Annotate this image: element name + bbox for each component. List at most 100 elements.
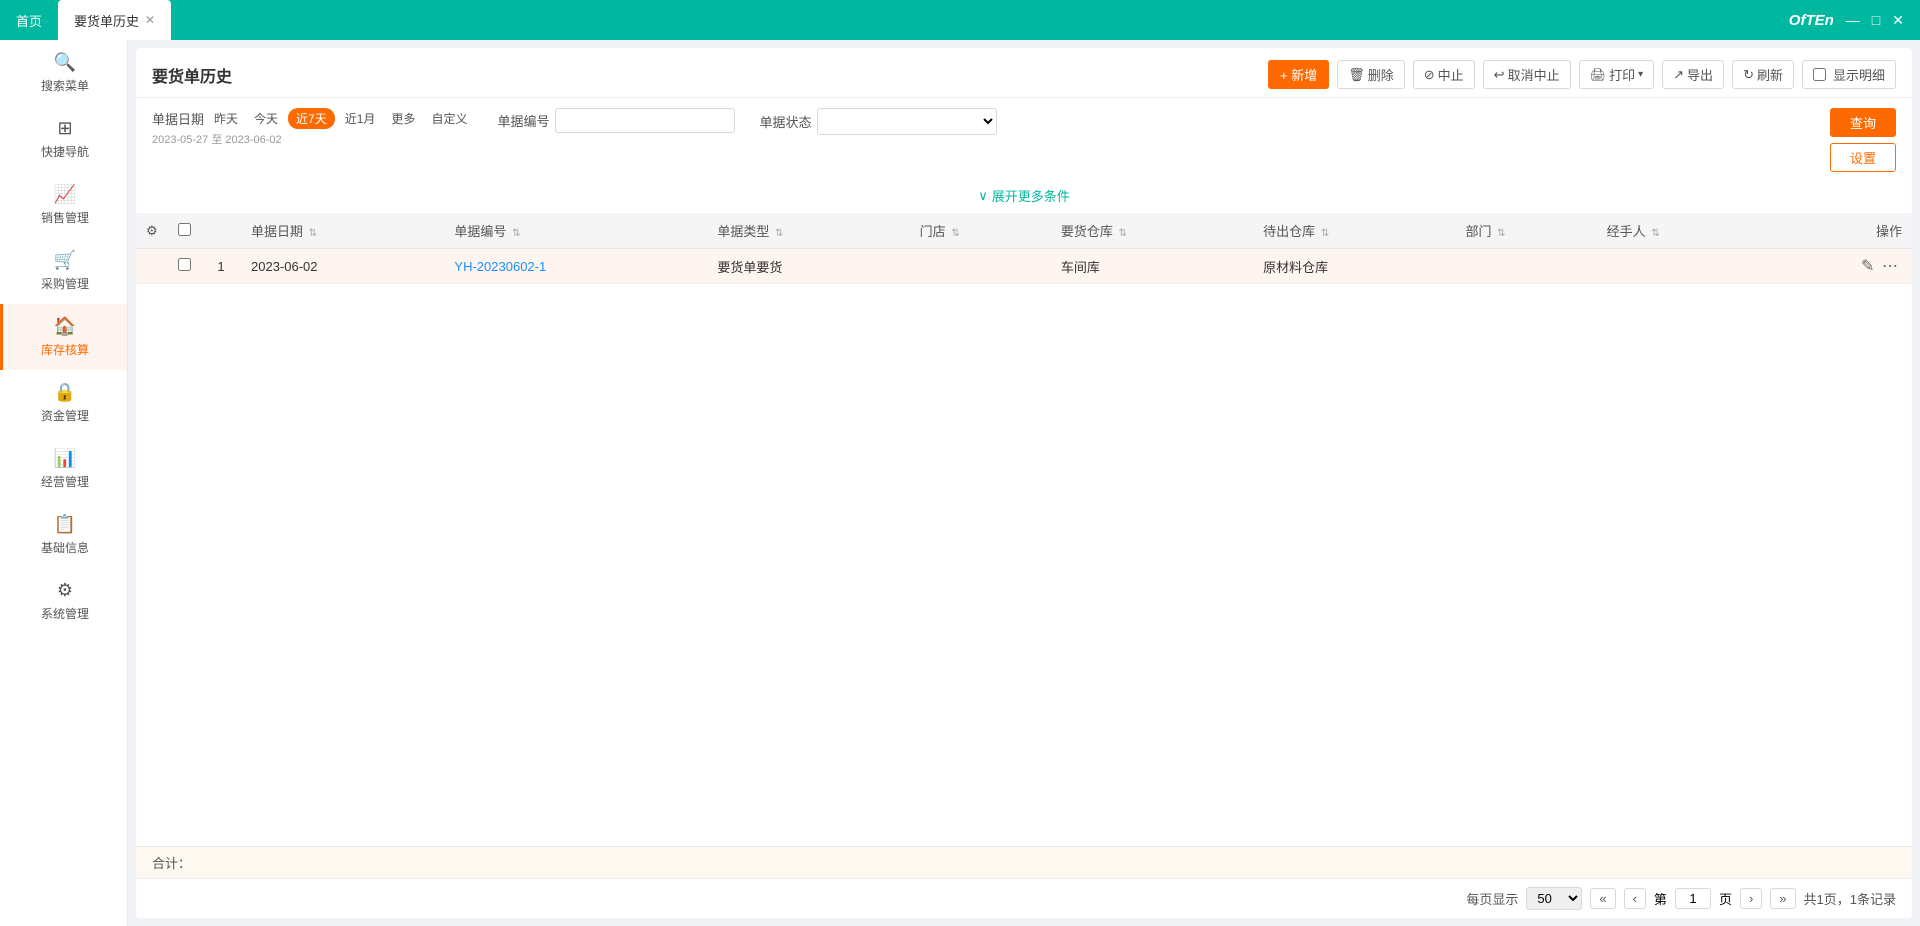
th-department[interactable]: 部门 ⇅ [1456, 213, 1597, 249]
sidebar-item-finance[interactable]: 🔒 资金管理 [0, 370, 127, 436]
th-num [201, 213, 241, 249]
content-area: 要货单历史 + 新增 🗑 删除 ⊘ 中止 ↩ 取消中止 [128, 40, 1920, 926]
sort-doc-date-icon: ⇅ [309, 228, 317, 239]
tab-close-icon[interactable]: ✕ [145, 13, 155, 27]
settings-button[interactable]: 设置 [1830, 143, 1896, 172]
minimize-icon[interactable]: — [1846, 12, 1860, 28]
export-icon: ↗ [1673, 67, 1684, 83]
cancel-stop-button[interactable]: ↩ 取消中止 [1483, 60, 1571, 89]
date-filter-group: 单据日期 昨天 今天 近7天 近1月 更多 自定义 2023-05-27 至 2… [152, 108, 473, 147]
prev-page-button[interactable]: ‹ [1624, 888, 1646, 909]
page-number-input[interactable] [1675, 888, 1711, 909]
sidebar-item-inventory[interactable]: 🏠 库存核算 [0, 304, 127, 370]
sidebar-item-system[interactable]: ⚙ 系统管理 [0, 568, 127, 634]
more-op-icon[interactable]: ⋯ [1882, 258, 1898, 275]
select-all-checkbox[interactable] [178, 223, 191, 236]
document-no-group: 单据编号 [497, 108, 735, 133]
expand-more-btn[interactable]: ∨ 展开更多条件 [978, 186, 1070, 205]
sales-icon: 📈 [54, 184, 76, 205]
search-menu-icon [54, 52, 76, 73]
next-page-button[interactable]: › [1740, 888, 1762, 909]
tab-home[interactable]: 首页 [0, 0, 58, 40]
page-size-select[interactable]: 50 10 20 100 [1526, 887, 1582, 910]
sidebar-item-basic[interactable]: 📋 基础信息 [0, 502, 127, 568]
sort-doc-no-icon: ⇅ [512, 228, 520, 239]
th-req-warehouse[interactable]: 要货仓库 ⇅ [1051, 213, 1253, 249]
sort-handler-icon: ⇅ [1651, 228, 1659, 239]
th-doc-date[interactable]: 单据日期 ⇅ [241, 213, 444, 249]
filter-expand-row: ∨ 展开更多条件 [136, 176, 1912, 213]
sidebar-label-system: 系统管理 [41, 605, 89, 622]
export-button[interactable]: ↗ 导出 [1662, 60, 1724, 89]
row-checkbox[interactable] [178, 258, 191, 271]
brand-label: OfTEn [1789, 12, 1834, 29]
th-pending-warehouse[interactable]: 待出仓库 ⇅ [1253, 213, 1455, 249]
display-detail-button[interactable]: 显示明细 [1802, 60, 1896, 89]
status-group: 单据状态 [759, 108, 997, 135]
print-icon: 🖨 [1590, 67, 1607, 83]
refresh-button[interactable]: ↻ 刷新 [1732, 60, 1794, 89]
date-btn-custom[interactable]: 自定义 [425, 108, 473, 129]
sidebar-item-operation[interactable]: 📊 经营管理 [0, 436, 127, 502]
expand-down-icon: ∨ [978, 188, 988, 204]
td-checkbox [168, 249, 201, 284]
td-handler [1597, 249, 1769, 284]
display-detail-checkbox[interactable] [1813, 68, 1826, 81]
date-btn-today[interactable]: 今天 [248, 108, 284, 129]
cancel-stop-icon: ↩ [1494, 67, 1505, 83]
page-suffix: 页 [1719, 889, 1732, 908]
sidebar-item-purchase[interactable]: 🛒 采购管理 [0, 238, 127, 304]
status-select[interactable] [817, 108, 997, 135]
status-label: 单据状态 [759, 112, 811, 131]
sidebar-item-quick-nav[interactable]: ⊞ 快捷导航 [0, 106, 127, 172]
th-checkbox [168, 213, 201, 249]
toolbar: + 新增 🗑 删除 ⊘ 中止 ↩ 取消中止 🖨 打 [1268, 60, 1896, 89]
finance-icon: 🔒 [54, 382, 76, 403]
date-btn-yesterday[interactable]: 昨天 [208, 108, 244, 129]
date-btn-7days[interactable]: 近7天 [288, 108, 335, 129]
th-settings[interactable]: ⚙ [136, 213, 168, 249]
date-btn-more[interactable]: 更多 [385, 108, 421, 129]
edit-op-icon[interactable]: ✎ [1861, 258, 1874, 275]
th-store[interactable]: 门店 ⇅ [910, 213, 1051, 249]
purchase-icon: 🛒 [54, 250, 76, 271]
th-handler[interactable]: 经手人 ⇅ [1597, 213, 1769, 249]
tab-requisition-history[interactable]: 要货单历史 ✕ [58, 0, 171, 40]
delete-label: 删除 [1368, 65, 1394, 84]
sidebar-label-finance: 资金管理 [41, 407, 89, 424]
window-close-icon[interactable]: ✕ [1892, 12, 1904, 29]
sidebar-label-operation: 经营管理 [41, 473, 89, 490]
add-button[interactable]: + 新增 [1268, 60, 1329, 89]
gear-icon[interactable]: ⚙ [146, 223, 158, 238]
maximize-icon[interactable]: □ [1872, 12, 1880, 28]
delete-icon: 🗑 [1348, 67, 1365, 83]
print-button[interactable]: 🖨 打印 ▾ [1579, 60, 1655, 89]
data-table: ⚙ 单据日期 ⇅ 单据编号 [136, 213, 1912, 284]
stop-icon: ⊘ [1424, 67, 1435, 83]
th-doc-no[interactable]: 单据编号 ⇅ [444, 213, 707, 249]
delete-button[interactable]: 🗑 删除 [1337, 60, 1405, 89]
first-page-button[interactable]: « [1590, 888, 1615, 909]
date-btn-1month[interactable]: 近1月 [339, 108, 382, 129]
sidebar-item-sales[interactable]: 📈 销售管理 [0, 172, 127, 238]
sidebar-label-basic: 基础信息 [41, 539, 89, 556]
sidebar-item-search-menu[interactable]: 搜索菜单 [0, 40, 127, 106]
sort-req-warehouse-icon: ⇅ [1118, 228, 1126, 239]
sort-store-icon: ⇅ [951, 228, 959, 239]
page-label: 第 [1654, 889, 1667, 908]
sidebar-label-quick-nav: 快捷导航 [41, 143, 89, 160]
last-page-button[interactable]: » [1770, 888, 1795, 909]
query-button[interactable]: 查询 [1830, 108, 1896, 137]
th-doc-type[interactable]: 单据类型 ⇅ [707, 213, 909, 249]
doc-no-link[interactable]: YH-20230602-1 [454, 259, 546, 274]
filter-row-main: 单据日期 昨天 今天 近7天 近1月 更多 自定义 2023-05-27 至 2… [136, 98, 1912, 176]
stop-button[interactable]: ⊘ 中止 [1413, 60, 1475, 89]
td-doc-date: 2023-06-02 [241, 249, 444, 284]
document-no-input[interactable] [555, 108, 735, 133]
td-req-warehouse: 车间库 [1051, 249, 1253, 284]
sort-department-icon: ⇅ [1497, 228, 1505, 239]
expand-more-label: 展开更多条件 [992, 186, 1070, 205]
display-detail-label: 显示明细 [1833, 65, 1885, 84]
refresh-icon: ↻ [1743, 67, 1754, 83]
table-row: 1 2023-06-02 YH-20230602-1 要货单要货 车间库 原材料… [136, 249, 1912, 284]
